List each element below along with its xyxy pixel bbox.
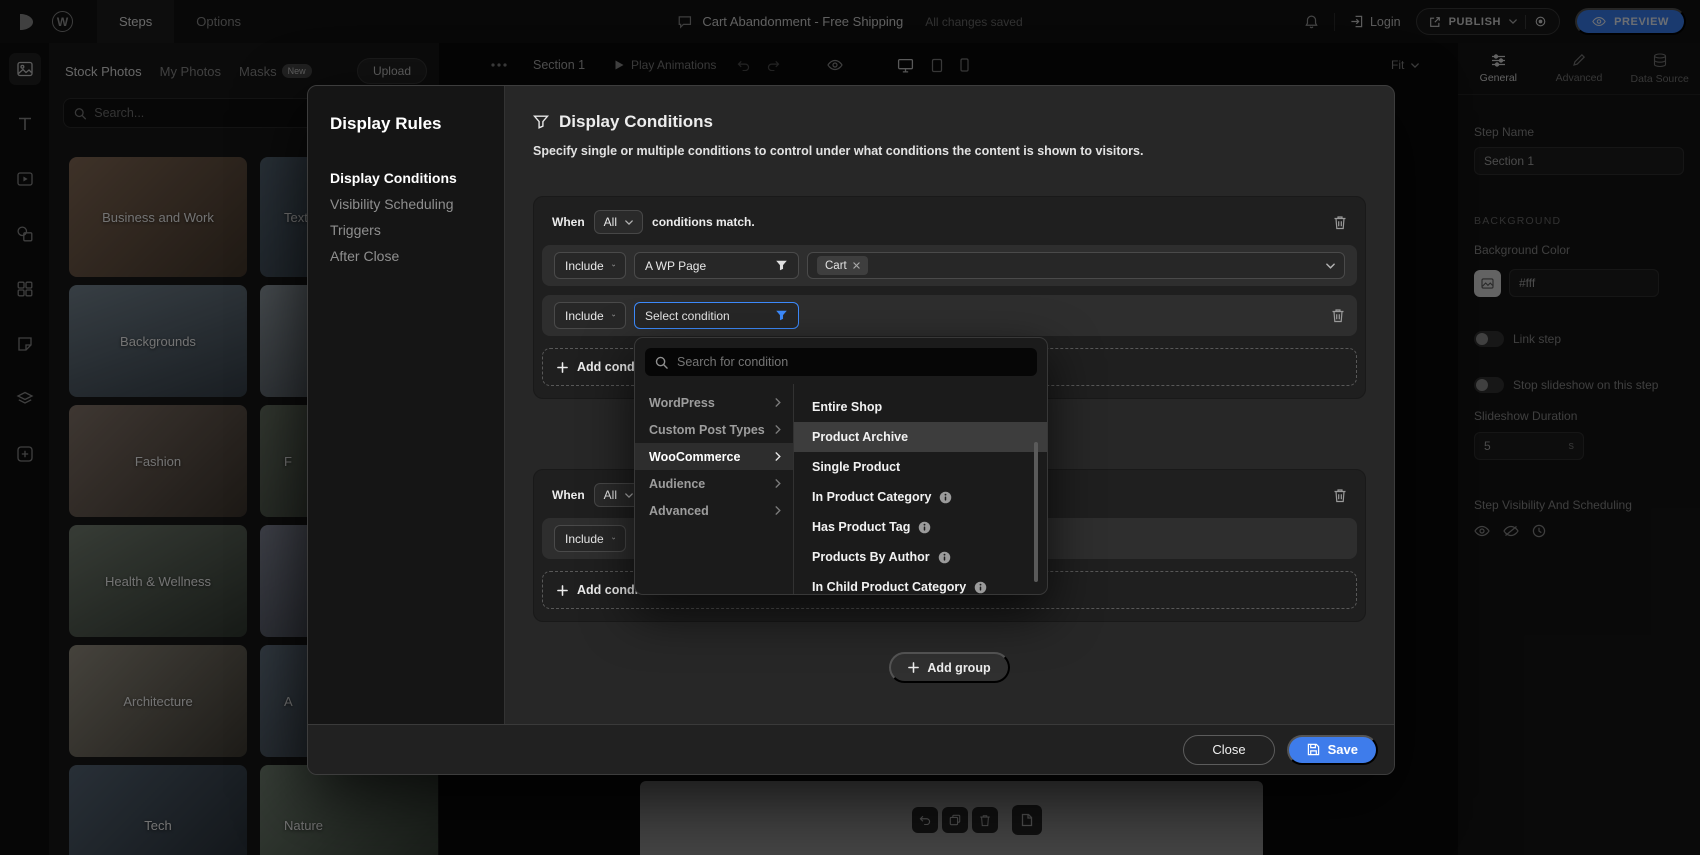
trash-icon [1334, 215, 1346, 229]
when-label: When [552, 488, 585, 502]
category-audience[interactable]: Audience [635, 470, 793, 497]
category-woocommerce[interactable]: WooCommerce [635, 443, 793, 470]
chevron-down-icon [611, 537, 615, 540]
modal-header: Display Conditions [533, 112, 1366, 132]
remove-tag-icon[interactable] [852, 262, 860, 269]
plus-icon [557, 584, 568, 596]
category-wordpress[interactable]: WordPress [635, 389, 793, 416]
include-select[interactable]: Include [554, 302, 626, 329]
save-button[interactable]: Save [1286, 734, 1378, 765]
modal-subtitle: Specify single or multiple conditions to… [533, 144, 1144, 158]
include-select[interactable]: Include [554, 525, 626, 552]
filter-funnel-icon [776, 260, 787, 271]
condition-options-list: Entire Shop Product Archive Single Produ… [794, 384, 1047, 594]
info-icon [974, 581, 987, 593]
chevron-right-icon [775, 479, 781, 488]
trash-icon [1334, 488, 1346, 502]
option-entire-shop[interactable]: Entire Shop [794, 392, 1047, 422]
condition-type-select[interactable]: A WP Page [634, 252, 799, 279]
condition-row: Include A WP Page Cart [542, 245, 1357, 286]
info-icon [919, 521, 931, 533]
close-button[interactable]: Close [1183, 734, 1275, 765]
nav-after-close[interactable]: After Close [330, 248, 482, 264]
save-floppy-icon [1307, 743, 1319, 756]
chevron-down-icon [611, 314, 615, 317]
app: W Steps Options Cart Abandonment - Free … [0, 0, 1700, 855]
chevron-down-icon [625, 492, 633, 498]
option-in-child-product-category[interactable]: In Child Product Category [794, 572, 1047, 594]
delete-group-button[interactable] [1333, 488, 1347, 503]
delete-group-button[interactable] [1333, 215, 1347, 230]
condition-search-input[interactable] [677, 355, 1027, 369]
condition-values-multiselect[interactable]: Cart [807, 252, 1345, 279]
filter-funnel-icon [533, 115, 549, 129]
condition-category-menu: WordPress Custom Post Types WooCommerce … [635, 384, 793, 594]
modal-sidebar-nav: Display Conditions Visibility Scheduling… [330, 170, 482, 264]
scrollbar[interactable] [1034, 442, 1038, 582]
info-icon [938, 551, 950, 563]
category-advanced[interactable]: Advanced [635, 497, 793, 524]
condition-row: Include Select condition [542, 295, 1357, 336]
option-has-product-tag[interactable]: Has Product Tag [794, 512, 1047, 542]
plus-icon [908, 662, 920, 673]
value-tag: Cart [817, 256, 868, 275]
chevron-right-icon [775, 506, 781, 515]
include-select[interactable]: Include [554, 252, 626, 279]
modal-sidebar-title: Display Rules [330, 114, 442, 133]
modal-footer: Close Save [308, 724, 1394, 774]
chevron-down-icon [1326, 262, 1335, 269]
category-custom-post-types[interactable]: Custom Post Types [635, 416, 793, 443]
condition-search [645, 348, 1037, 376]
chevron-right-icon [775, 425, 781, 434]
match-suffix-label: conditions match. [652, 215, 755, 229]
chevron-down-icon [611, 264, 615, 267]
condition-type-select-open[interactable]: Select condition [634, 302, 799, 329]
plus-icon [557, 361, 568, 373]
chevron-down-icon [625, 219, 633, 225]
match-type-select[interactable]: All [593, 210, 644, 234]
option-product-archive[interactable]: Product Archive [794, 422, 1047, 452]
option-products-by-author[interactable]: Products By Author [794, 542, 1047, 572]
chevron-right-icon [775, 452, 781, 461]
modal-title: Display Conditions [559, 112, 713, 131]
filter-funnel-icon [776, 310, 787, 321]
nav-visibility-scheduling[interactable]: Visibility Scheduling [330, 196, 482, 212]
option-in-product-category[interactable]: In Product Category [794, 482, 1047, 512]
search-icon [655, 356, 668, 369]
nav-triggers[interactable]: Triggers [330, 222, 482, 238]
condition-picker-body: WordPress Custom Post Types WooCommerce … [635, 384, 1047, 594]
delete-condition-button[interactable] [1331, 308, 1345, 323]
option-single-product[interactable]: Single Product [794, 452, 1047, 482]
trash-icon [1332, 309, 1344, 323]
info-icon [940, 491, 952, 503]
modal-sidebar: Display Rules Display Conditions Visibil… [308, 86, 505, 724]
nav-display-conditions[interactable]: Display Conditions [330, 170, 482, 186]
group-1-header: When All conditions match. [542, 207, 1357, 237]
when-label: When [552, 215, 585, 229]
condition-picker-dropdown: WordPress Custom Post Types WooCommerce … [634, 337, 1048, 595]
chevron-right-icon [775, 398, 781, 407]
add-group-button[interactable]: Add group [889, 652, 1010, 683]
